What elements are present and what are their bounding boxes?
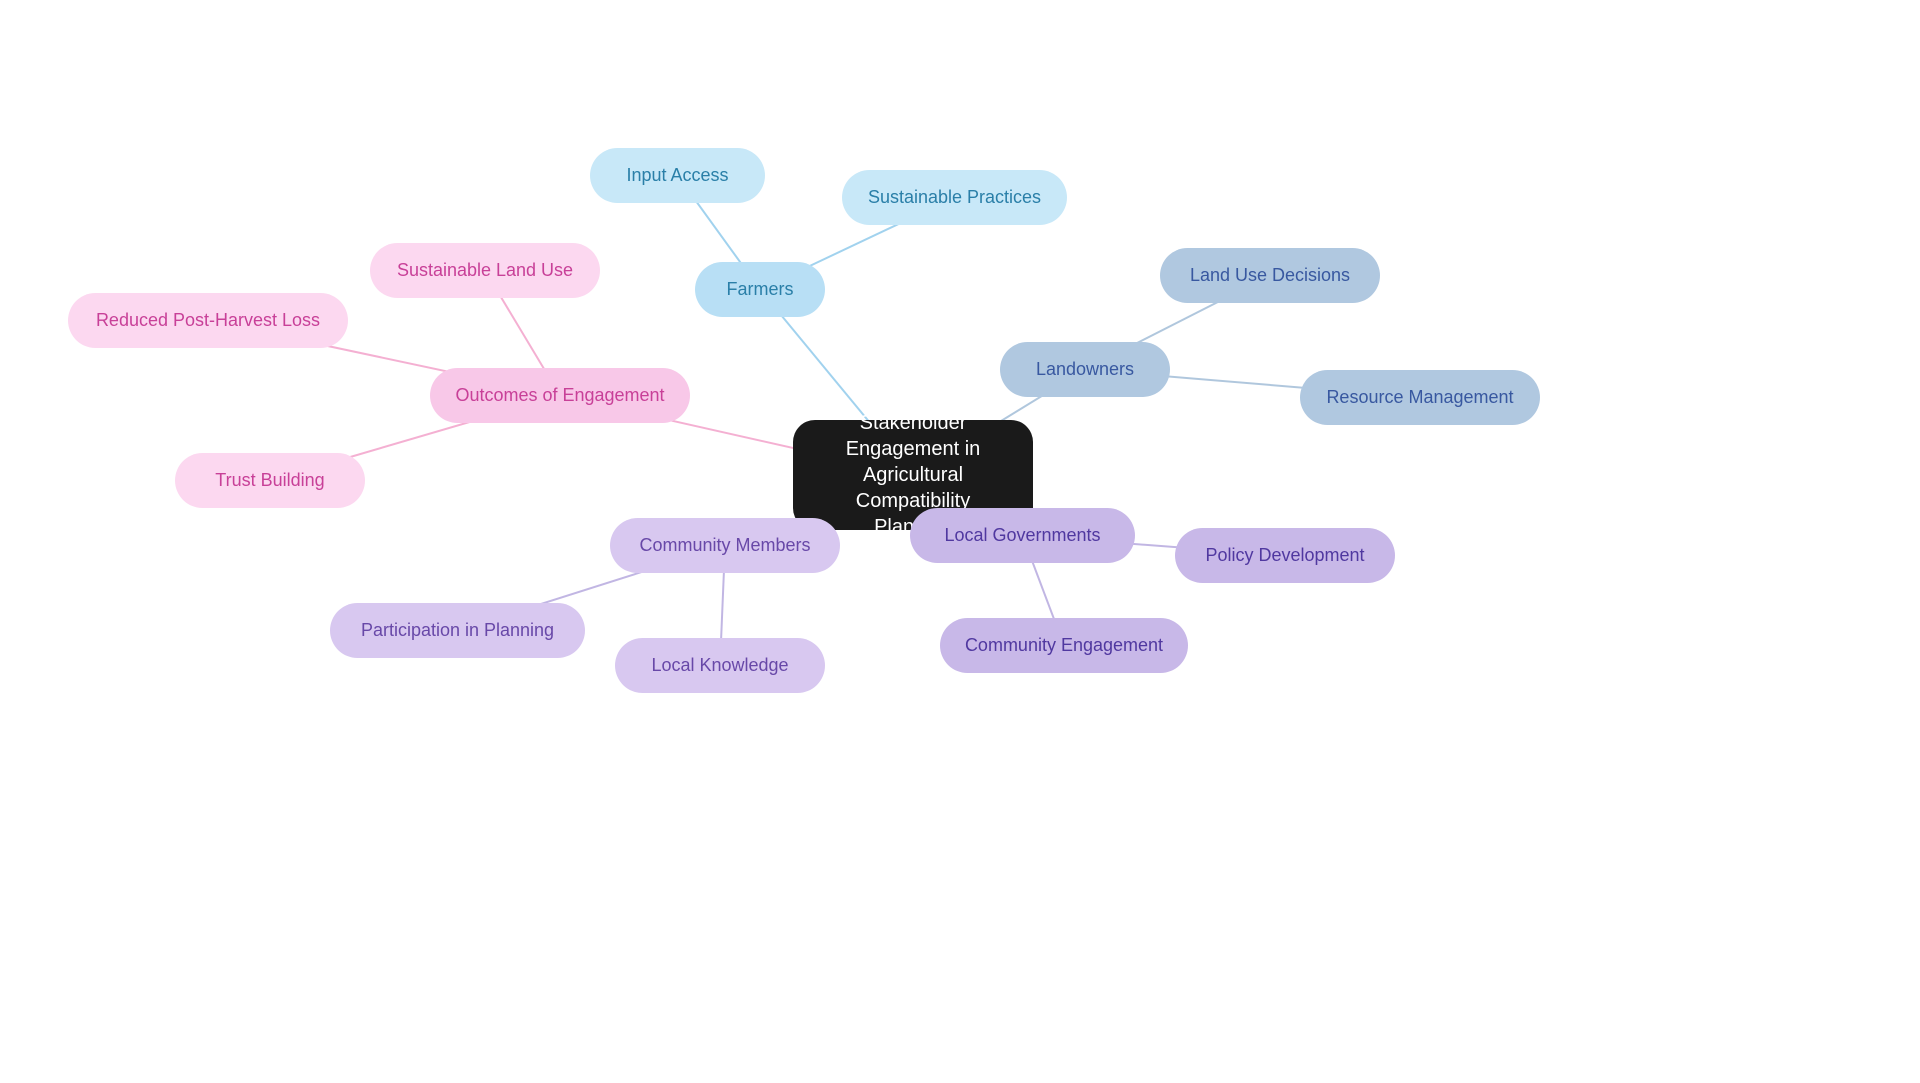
resource-mgmt-node: Resource Management: [1300, 370, 1540, 425]
local-govts-node: Local Governments: [910, 508, 1135, 563]
community-members-label: Community Members: [639, 534, 810, 557]
input-access-label: Input Access: [626, 164, 728, 187]
trust-building-label: Trust Building: [215, 469, 324, 492]
local-knowledge-label: Local Knowledge: [651, 654, 788, 677]
participation-label: Participation in Planning: [361, 619, 554, 642]
sustainable-practices-label: Sustainable Practices: [868, 186, 1041, 209]
farmers-node: Farmers: [695, 262, 825, 317]
input-access-node: Input Access: [590, 148, 765, 203]
reduced-harvest-label: Reduced Post-Harvest Loss: [96, 309, 320, 332]
farmers-label: Farmers: [727, 278, 794, 301]
community-eng-label: Community Engagement: [965, 634, 1163, 657]
reduced-harvest-node: Reduced Post-Harvest Loss: [68, 293, 348, 348]
trust-building-node: Trust Building: [175, 453, 365, 508]
land-use-label: Land Use Decisions: [1190, 264, 1350, 287]
sustainable-land-node: Sustainable Land Use: [370, 243, 600, 298]
local-govts-label: Local Governments: [944, 524, 1100, 547]
landowners-label: Landowners: [1036, 358, 1134, 381]
landowners-node: Landowners: [1000, 342, 1170, 397]
community-eng-node: Community Engagement: [940, 618, 1188, 673]
participation-node: Participation in Planning: [330, 603, 585, 658]
sustainable-land-label: Sustainable Land Use: [397, 259, 573, 282]
local-knowledge-node: Local Knowledge: [615, 638, 825, 693]
outcomes-node: Outcomes of Engagement: [430, 368, 690, 423]
policy-dev-node: Policy Development: [1175, 528, 1395, 583]
outcomes-label: Outcomes of Engagement: [455, 384, 664, 407]
resource-mgmt-label: Resource Management: [1326, 386, 1513, 409]
policy-dev-label: Policy Development: [1205, 544, 1364, 567]
sustainable-practices-node: Sustainable Practices: [842, 170, 1067, 225]
land-use-node: Land Use Decisions: [1160, 248, 1380, 303]
community-members-node: Community Members: [610, 518, 840, 573]
